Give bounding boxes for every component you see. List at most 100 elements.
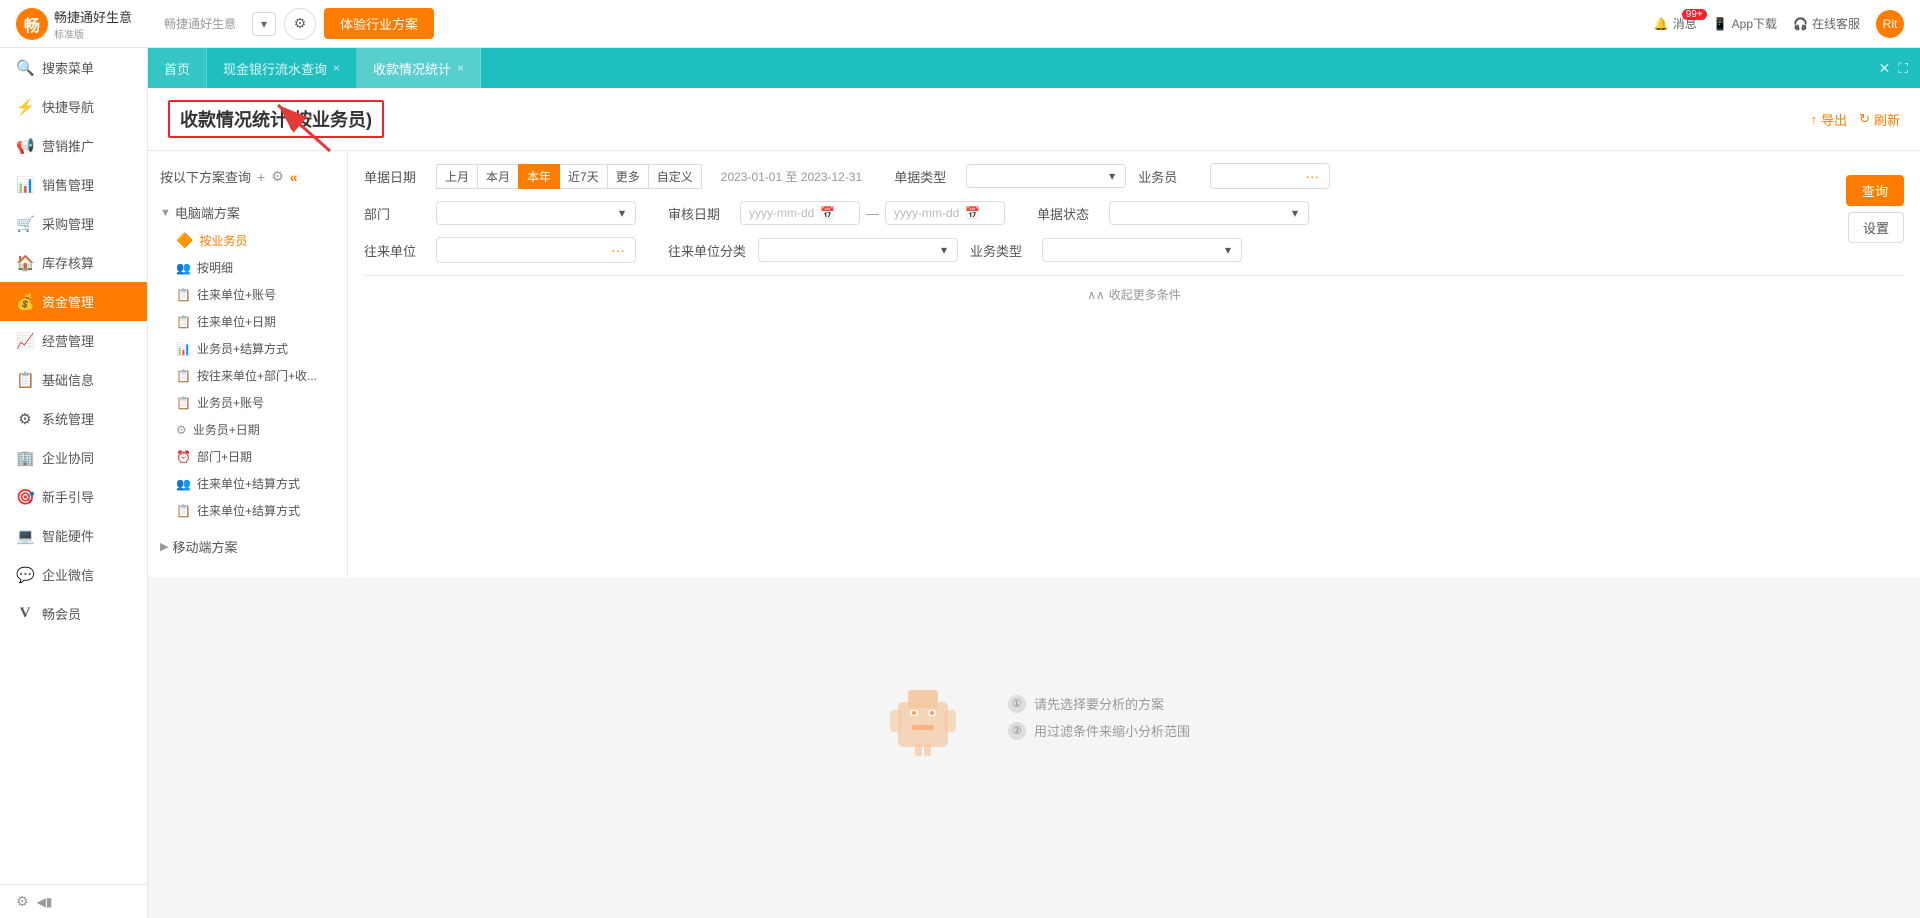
tab-right-actions: ✕ ⛶ [1878, 60, 1920, 77]
calendar-to-icon[interactable]: 📅 [965, 206, 980, 220]
filter-settings-button[interactable]: 设置 [1848, 212, 1904, 243]
sidebar-item-inventory[interactable]: 🏠 库存核算 [0, 243, 147, 282]
logo-text: 畅捷通好生意 [54, 7, 132, 26]
tab-home[interactable]: 首页 [148, 48, 207, 88]
sidebar-item-vip[interactable]: V 畅会员 [0, 594, 147, 633]
sidebar-item-purchase[interactable]: 🛒 采购管理 [0, 204, 147, 243]
scheme-item-detail[interactable]: 👥 按明细 [148, 254, 347, 281]
notifications-button[interactable]: 🔔 消息 99+ [1654, 15, 1697, 32]
sidebar-item-finance[interactable]: 💰 资金管理 [0, 282, 147, 321]
status-select[interactable]: ▾ [1109, 201, 1309, 225]
desktop-group-arrow: ▼ [160, 207, 171, 219]
review-label: 审核日期 [668, 204, 728, 223]
sidebar-item-marketing[interactable]: 📢 营销推广 [0, 126, 147, 165]
sidebar-item-quicknav[interactable]: ⚡ 快捷导航 [0, 87, 147, 126]
review-date-picker: yyyy-mm-dd 📅 — yyyy-mm-dd 📅 [740, 201, 1005, 225]
export-button[interactable]: ↑ 导出 [1811, 110, 1848, 129]
scheme-item-partner-method1[interactable]: 👥 往来单位+结算方式 [148, 470, 347, 497]
sidebar-item-enterprise[interactable]: 🏢 企业协同 [0, 438, 147, 477]
sidebar-label-search: 搜索菜单 [42, 58, 94, 77]
wechat-icon: 💬 [16, 566, 34, 584]
online-service-label: 在线客服 [1812, 15, 1860, 32]
sidebar-item-system[interactable]: ⚙ 系统管理 [0, 399, 147, 438]
salesman-more-icon[interactable]: ··· [1305, 168, 1319, 184]
scheme-item-partner-account[interactable]: 📋 往来单位+账号 [148, 281, 347, 308]
date-tab-7days[interactable]: 近7天 [559, 164, 608, 189]
partner-select[interactable]: ··· [436, 237, 636, 263]
sidebar-item-search[interactable]: 🔍 搜索菜单 [0, 48, 147, 87]
tab-bank-close[interactable]: × [333, 61, 340, 75]
hint-num-2: ② [1008, 722, 1026, 740]
scheme-settings-icon[interactable]: ⚙ [271, 168, 284, 185]
review-date-to[interactable]: yyyy-mm-dd 📅 [885, 201, 1005, 225]
sidebar-label-marketing: 营销推广 [42, 136, 94, 155]
sidebar-item-wechat[interactable]: 💬 企业微信 [0, 555, 147, 594]
salesman-select[interactable]: ··· [1210, 163, 1330, 189]
trial-industry-button[interactable]: 体验行业方案 [324, 8, 434, 39]
export-label: 导出 [1821, 110, 1847, 129]
tab-receivables-close[interactable]: × [457, 61, 464, 75]
scheme-group-desktop-header[interactable]: ▼ 电脑端方案 [148, 198, 347, 227]
sidebar-item-newbie[interactable]: 🎯 新手引导 [0, 477, 147, 516]
tab-receivables[interactable]: 收款情况统计 × [357, 48, 481, 88]
hint-num-1: ① [1008, 695, 1026, 713]
filter-row-1: 单据日期 上月 本月 本年 近7天 更多 自定义 2023-01-01 至 20… [364, 163, 1824, 189]
query-button[interactable]: 查询 [1846, 175, 1904, 206]
app-download-button[interactable]: 📱 App下载 [1713, 15, 1777, 32]
online-service-button[interactable]: 🎧 在线客服 [1793, 15, 1860, 32]
header-gear-button[interactable]: ⚙ [284, 8, 316, 40]
review-date-to-placeholder: yyyy-mm-dd [894, 206, 959, 220]
sidebar-label-hardware: 智能硬件 [42, 526, 94, 545]
scheme-item-partner-method2[interactable]: 📋 往来单位+结算方式 [148, 497, 347, 524]
business-type-select[interactable]: ▾ [1042, 238, 1242, 262]
page-area: 收款情况统计(按业务员) ↑ 导出 ↻ 刷新 按以下方案查询 + [148, 88, 1920, 918]
salesman-label: 业务员 [1138, 167, 1198, 186]
sidebar-label-basic: 基础信息 [42, 370, 94, 389]
breadcrumb-dropdown[interactable]: ▾ [252, 12, 276, 36]
scheme-item-label-salesman: 按业务员 [199, 232, 247, 249]
refresh-button[interactable]: ↻ 刷新 [1859, 110, 1900, 129]
collapse-bar[interactable]: ∧∧ 收起更多条件 [364, 275, 1904, 313]
scheme-item-salesman[interactable]: 🔶 按业务员 [148, 227, 347, 254]
user-avatar[interactable]: Rit [1876, 10, 1904, 38]
scheme-group-desktop: ▼ 电脑端方案 🔶 按业务员 👥 按明细 📋 往来单位+账号 [148, 194, 347, 528]
sidebar-item-hardware[interactable]: 💻 智能硬件 [0, 516, 147, 555]
scheme-collapse-icon[interactable]: « [290, 169, 298, 185]
scheme-item-partner-date[interactable]: 📋 往来单位+日期 [148, 308, 347, 335]
status-dropdown-icon: ▾ [1292, 206, 1298, 220]
scheme-group-mobile-header[interactable]: ▶ 移动端方案 [148, 532, 347, 561]
scheme-item-salesman-date[interactable]: ⚙ 业务员+日期 [148, 416, 347, 443]
scheme-item-salesman-method[interactable]: 📊 业务员+结算方式 [148, 335, 347, 362]
sidebar-settings-icon[interactable]: ⚙ [16, 893, 29, 910]
date-tab-thisyear[interactable]: 本年 [518, 164, 560, 189]
date-tab-custom[interactable]: 自定义 [648, 164, 702, 189]
header-nav-area: 畅捷通好生意 ▾ ⚙ 体验行业方案 [164, 8, 1654, 40]
tab-close-all-icon[interactable]: ✕ [1878, 60, 1890, 77]
main-content: 首页 现金银行流水查询 × 收款情况统计 × ✕ ⛶ 收款情况统计(按业务员) … [148, 48, 1920, 918]
scheme-add-icon[interactable]: + [257, 169, 265, 185]
sidebar-item-sales[interactable]: 📊 销售管理 [0, 165, 147, 204]
calendar-from-icon[interactable]: 📅 [820, 206, 835, 220]
purchase-icon: 🛒 [16, 215, 34, 233]
partner-category-select[interactable]: ▾ [758, 238, 958, 262]
date-tab-more[interactable]: 更多 [607, 164, 649, 189]
scheme-item-icon-pm1: 👥 [176, 477, 191, 491]
sidebar-item-operation[interactable]: 📈 经营管理 [0, 321, 147, 360]
sidebar-collapse-icon[interactable]: ◀▮ [37, 895, 53, 909]
sidebar-item-basic[interactable]: 📋 基础信息 [0, 360, 147, 399]
scheme-item-salesman-acct[interactable]: 📋 业务员+账号 [148, 389, 347, 416]
date-tab-lastmonth[interactable]: 上月 [436, 164, 478, 189]
date-tab-thismonth[interactable]: 本月 [477, 164, 519, 189]
tab-maximize-icon[interactable]: ⛶ [1898, 60, 1908, 77]
scheme-item-dept-date[interactable]: ⏰ 部门+日期 [148, 443, 347, 470]
scheme-item-partner-dept[interactable]: 📋 按往来单位+部门+收... [148, 362, 347, 389]
scheme-item-icon-sd: ⚙ [176, 423, 187, 437]
tab-bank[interactable]: 现金银行流水查询 × [207, 48, 357, 88]
scheme-item-label-sd: 业务员+日期 [193, 421, 260, 438]
logo-icon: 畅 [16, 8, 48, 40]
dept-select[interactable]: ▾ [436, 201, 636, 225]
category-select[interactable]: ▾ [966, 164, 1126, 188]
finance-icon: 💰 [16, 293, 34, 311]
review-date-from[interactable]: yyyy-mm-dd 📅 [740, 201, 860, 225]
partner-more-icon[interactable]: ··· [611, 242, 625, 258]
